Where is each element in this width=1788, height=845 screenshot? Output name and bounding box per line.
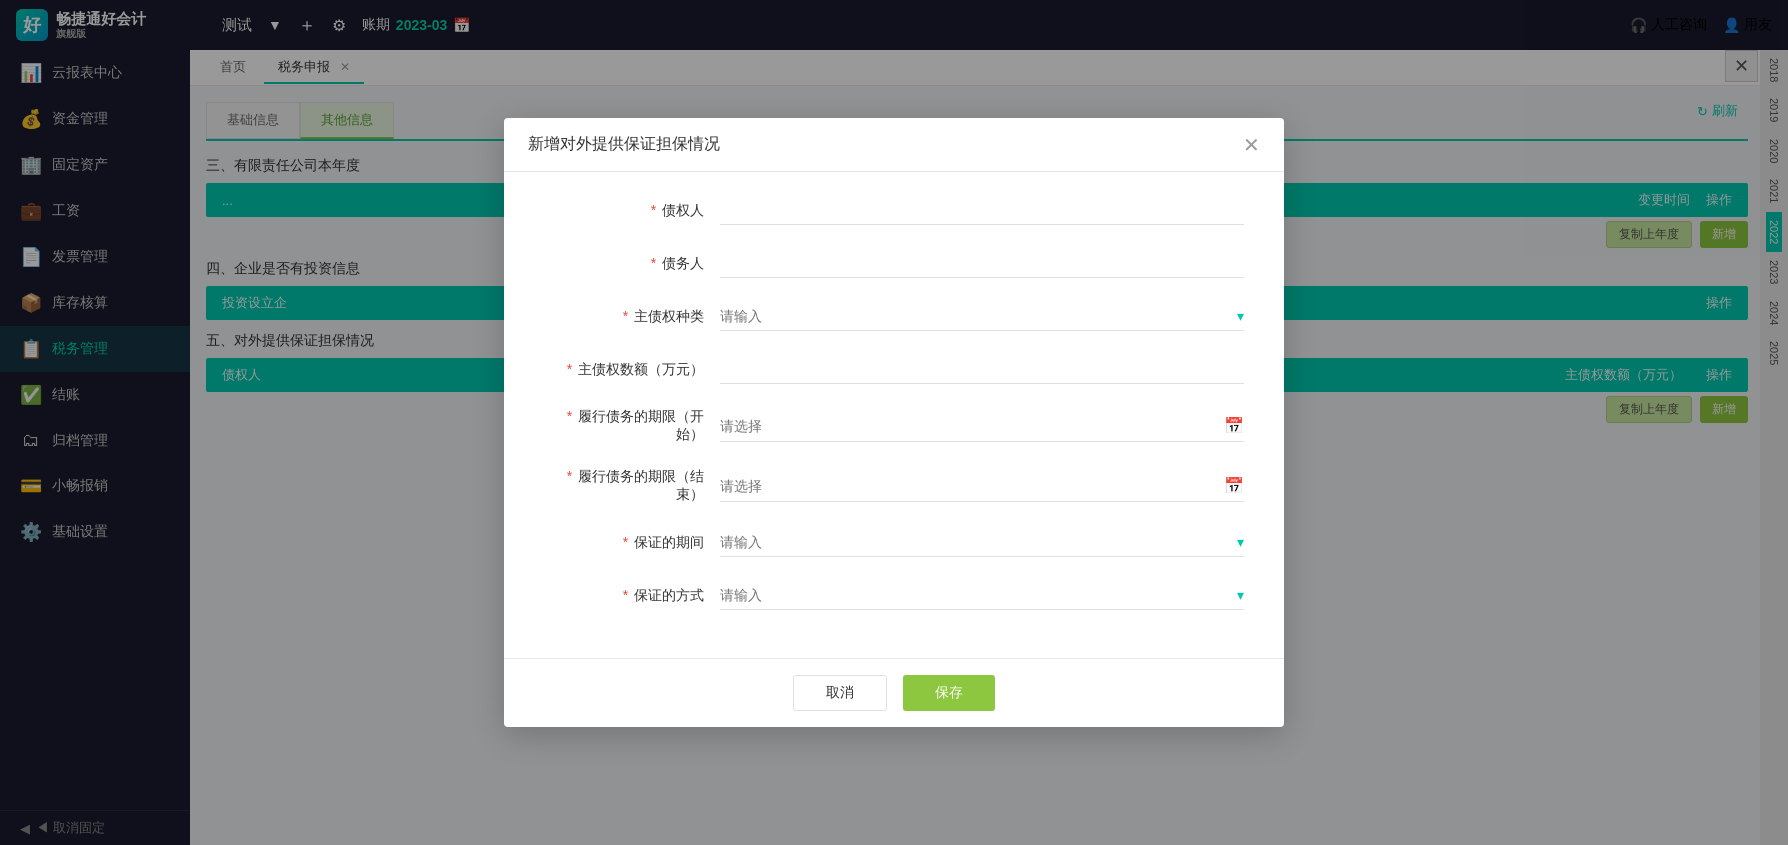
cancel-button[interactable]: 取消 xyxy=(793,675,887,711)
select-guarantee-method[interactable]: ▾ xyxy=(720,581,1244,610)
required-star4: * xyxy=(567,361,572,377)
label-period-start: * 履行债务的期限（开始） xyxy=(544,408,704,444)
required-star2: * xyxy=(651,255,656,271)
label-debtor: * 债务人 xyxy=(544,255,704,273)
chevron-down-icon3[interactable]: ▾ xyxy=(1237,534,1244,550)
form-row-debtor: * 债务人 xyxy=(544,249,1244,278)
form-row-creditor: * 债权人 xyxy=(544,196,1244,225)
form-row-period-end: * 履行债务的期限（结束） 📅 xyxy=(544,468,1244,504)
guarantee-period-input[interactable] xyxy=(720,534,1237,550)
input-claim-amount[interactable] xyxy=(720,355,1244,384)
form-row-guarantee-method: * 保证的方式 ▾ xyxy=(544,581,1244,610)
required-star8: * xyxy=(623,587,628,603)
select-guarantee-period[interactable]: ▾ xyxy=(720,528,1244,557)
label-period-end: * 履行债务的期限（结束） xyxy=(544,468,704,504)
chevron-down-icon4[interactable]: ▾ xyxy=(1237,587,1244,603)
label-guarantee-period: * 保证的期间 xyxy=(544,534,704,552)
dialog-footer: 取消 保存 xyxy=(504,658,1284,727)
calendar-icon-end[interactable]: 📅 xyxy=(1224,476,1244,495)
required-star7: * xyxy=(623,534,628,550)
form-row-claim-type: * 主债权种类 ▾ xyxy=(544,302,1244,331)
date-period-start[interactable]: 📅 xyxy=(720,410,1244,442)
select-claim-type[interactable]: ▾ xyxy=(720,302,1244,331)
input-debtor[interactable] xyxy=(720,249,1244,278)
guarantee-method-input[interactable] xyxy=(720,587,1237,603)
label-guarantee-method: * 保证的方式 xyxy=(544,587,704,605)
form-row-claim-amount: * 主债权数额（万元） xyxy=(544,355,1244,384)
date-period-end[interactable]: 📅 xyxy=(720,470,1244,502)
dialog-title: 新增对外提供保证担保情况 xyxy=(528,134,720,155)
add-guarantee-dialog: 新增对外提供保证担保情况 ✕ * 债权人 * 债务人 xyxy=(504,118,1284,727)
label-claim-amount: * 主债权数额（万元） xyxy=(544,361,704,379)
label-creditor: * 债权人 xyxy=(544,202,704,220)
dialog-body: * 债权人 * 债务人 * 主债权种类 xyxy=(504,172,1284,658)
chevron-down-icon2[interactable]: ▾ xyxy=(1237,308,1244,324)
claim-type-input[interactable] xyxy=(720,308,1237,324)
period-start-input[interactable] xyxy=(720,418,1224,434)
save-button[interactable]: 保存 xyxy=(903,675,995,711)
required-star: * xyxy=(651,202,656,218)
calendar-icon-start[interactable]: 📅 xyxy=(1224,416,1244,435)
dialog-close-button[interactable]: ✕ xyxy=(1243,135,1260,155)
input-creditor[interactable] xyxy=(720,196,1244,225)
period-end-input[interactable] xyxy=(720,478,1224,494)
form-row-guarantee-period: * 保证的期间 ▾ xyxy=(544,528,1244,557)
required-star3: * xyxy=(623,308,628,324)
form-row-period-start: * 履行债务的期限（开始） 📅 xyxy=(544,408,1244,444)
dialog-overlay: 新增对外提供保证担保情况 ✕ * 债权人 * 债务人 xyxy=(0,0,1788,845)
label-claim-type: * 主债权种类 xyxy=(544,308,704,326)
required-star5: * xyxy=(567,408,572,424)
dialog-header: 新增对外提供保证担保情况 ✕ xyxy=(504,118,1284,172)
required-star6: * xyxy=(567,468,572,484)
